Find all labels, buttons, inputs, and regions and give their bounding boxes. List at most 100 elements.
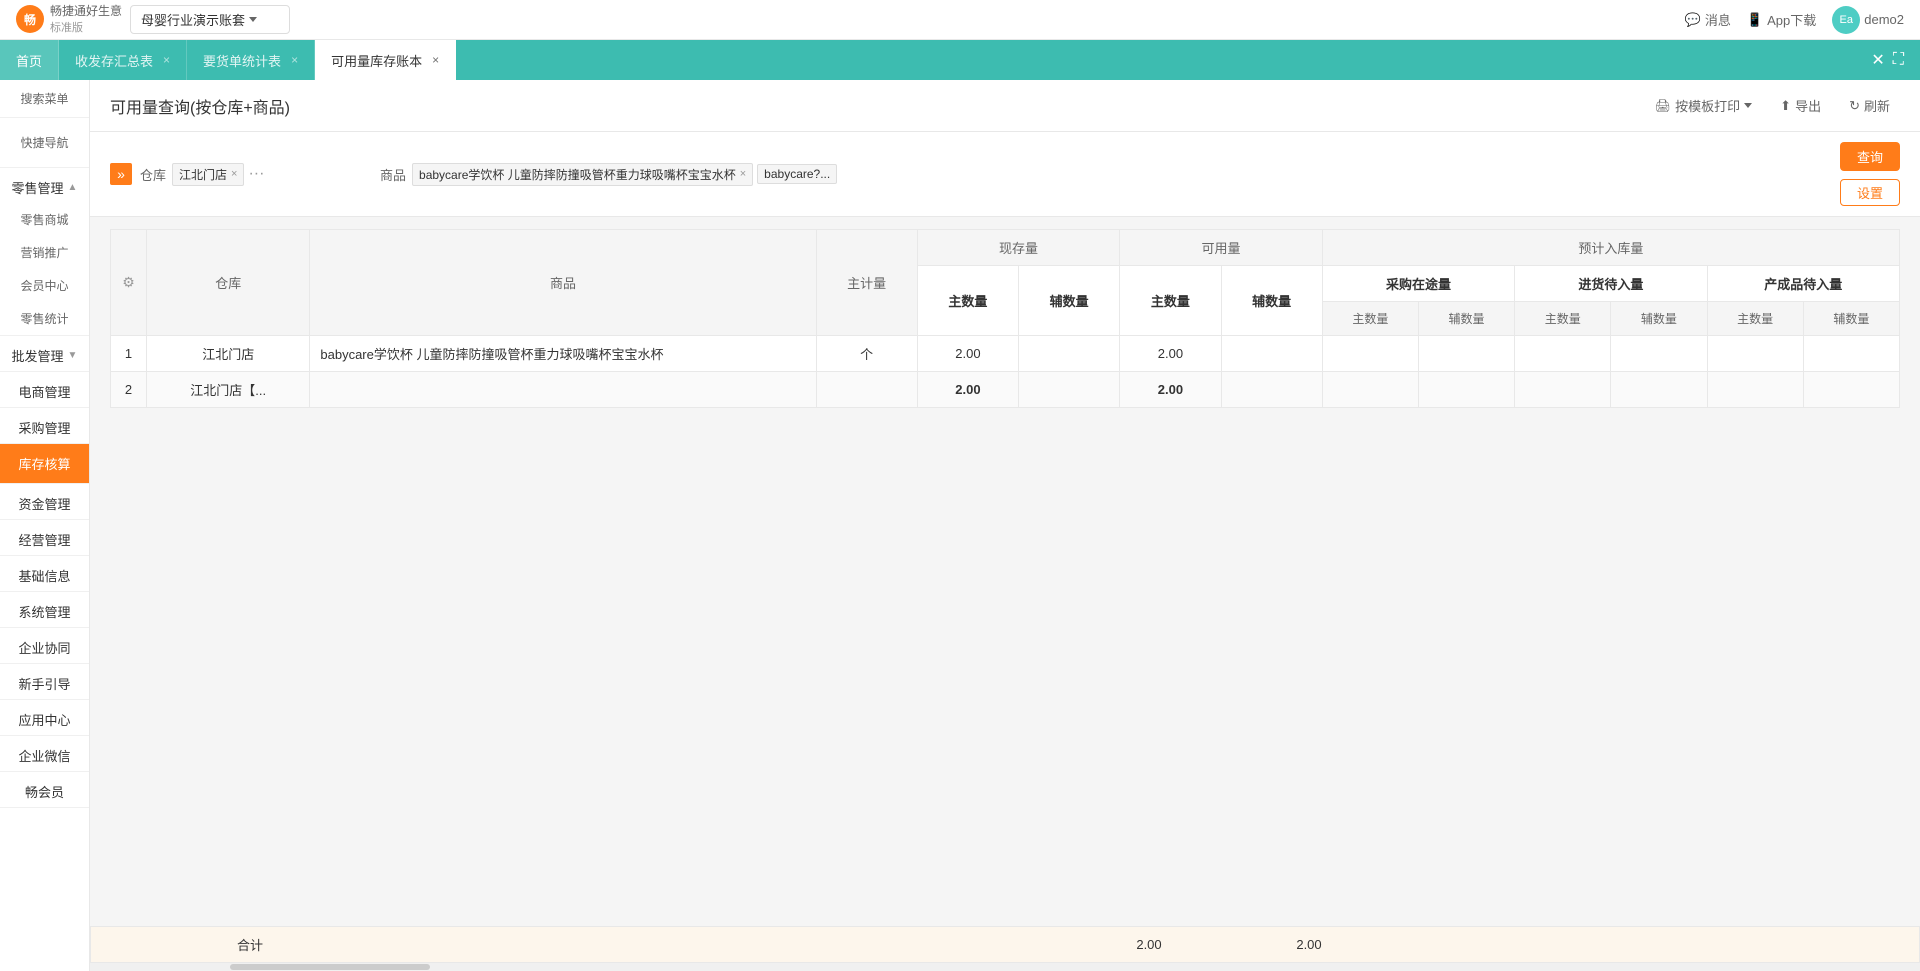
- table-row: 1 江北门店 babycare学饮杯 儿童防摔防撞吸管杯重力球吸嘴杯宝宝水杯 个…: [111, 336, 1900, 372]
- th-jinhuodai-main: 主数量: [1515, 302, 1611, 336]
- data-table: ⚙ 仓库 商品 主计量 现存量 可用量 预计入库量 主数量 辅数量 主数量 辅数…: [110, 229, 1900, 408]
- warehouse-tag-remove[interactable]: ×: [231, 168, 237, 180]
- sidebar-section-qiye-header[interactable]: 企业协同: [0, 628, 89, 663]
- th-warehouse: 仓库: [147, 230, 310, 336]
- message-icon: 💬: [1685, 12, 1701, 28]
- close-all-tabs-button[interactable]: ✕: [1871, 50, 1884, 70]
- xinshou-label: 新手引导: [18, 674, 70, 693]
- sidebar-section-zijin: 资金管理: [0, 484, 89, 520]
- sidebar-section-jingying: 经营管理: [0, 520, 89, 556]
- query-button[interactable]: 查询: [1840, 142, 1900, 171]
- download-icon: 📱: [1747, 12, 1763, 28]
- sidebar-section-qiyeweixin-header[interactable]: 企业微信: [0, 736, 89, 771]
- tab-kuyong-close[interactable]: ×: [432, 53, 439, 67]
- tenant-selector[interactable]: 母婴行业演示账套: [130, 5, 290, 34]
- sidebar-section-kucun: 库存核算: [0, 444, 89, 484]
- qiyeweixin-label: 企业微信: [18, 746, 70, 765]
- th-keyong: 可用量: [1120, 230, 1323, 266]
- sidebar-section-jichu: 基础信息: [0, 556, 89, 592]
- row2-unit: [816, 372, 917, 408]
- row1-chengpin-sub: [1803, 336, 1899, 372]
- row1-xiancun-sub: [1019, 336, 1120, 372]
- th-xiancun: 现存量: [917, 230, 1120, 266]
- row2-product: [310, 372, 816, 408]
- sidebar-section-lingshao-header[interactable]: 零售管理 ▲: [0, 168, 89, 203]
- sidebar-section-pifa-header[interactable]: 批发管理 ▼: [0, 336, 89, 371]
- sidebar-section-kucun-header[interactable]: 库存核算: [0, 444, 89, 483]
- tab-yaohuo-close[interactable]: ×: [291, 53, 298, 67]
- sidebar-section-yingyong-header[interactable]: 应用中心: [0, 700, 89, 735]
- content-area: 可用量查询(按仓库+商品) 🖨 按模板打印 ⬆ 导出 ↻ 刷新 »: [90, 80, 1920, 971]
- sidebar-section-dianshang-header[interactable]: 电商管理: [0, 372, 89, 407]
- sidebar-section-xitong: 系统管理: [0, 592, 89, 628]
- warehouse-tag-jiangbei[interactable]: 江北门店 ×: [172, 163, 244, 186]
- sidebar-item-lingshao-yingxiao[interactable]: 营销推广: [0, 236, 89, 269]
- row1-unit: 个: [816, 336, 917, 372]
- tab-kuyong[interactable]: 可用量库存账本 ×: [315, 40, 456, 80]
- app-download-button[interactable]: 📱 App下载: [1747, 10, 1816, 29]
- user-account-button[interactable]: Ea demo2: [1832, 6, 1904, 34]
- qiye-label: 企业协同: [18, 638, 70, 657]
- product-tag-babycare2[interactable]: babycare?...: [757, 164, 837, 184]
- row2-xiancun-sub: [1019, 372, 1120, 408]
- row2-caigou-main: [1322, 372, 1418, 408]
- sidebar-item-lingshao-shangcheng[interactable]: 零售商城: [0, 203, 89, 236]
- th-caigou: 采购在途量: [1322, 266, 1514, 302]
- horizontal-scrollbar[interactable]: [90, 963, 1920, 971]
- footer-xiancun-main: 2.00: [1109, 937, 1189, 952]
- row1-chengpin-main: [1707, 336, 1803, 372]
- row2-caigou-sub: [1418, 372, 1514, 408]
- sidebar-section-xitong-header[interactable]: 系统管理: [0, 592, 89, 627]
- table-footer: 合计 2.00 2.00: [90, 926, 1920, 963]
- sidebar-section-xinshou: 新手引导: [0, 664, 89, 700]
- warehouse-more-icon[interactable]: ···: [248, 165, 264, 183]
- app-sub: 标准版: [50, 19, 122, 35]
- top-bar: 畅 畅捷通好生意 标准版 母婴行业演示账套 💬 消息 📱 App下载 Ea de…: [0, 0, 1920, 40]
- row1-keyong-main: 2.00: [1120, 336, 1221, 372]
- tab-home[interactable]: 首页: [0, 40, 59, 80]
- username: demo2: [1864, 12, 1904, 27]
- refresh-label: 刷新: [1864, 96, 1890, 115]
- scroll-thumb[interactable]: [230, 964, 430, 970]
- print-template-button[interactable]: 🖨 按模板打印: [1645, 92, 1763, 119]
- message-button[interactable]: 💬 消息: [1685, 10, 1731, 29]
- product-tag-babycare[interactable]: babycare学饮杯 儿童防摔防撞吸管杯重力球吸嘴杯宝宝水杯 ×: [412, 163, 753, 186]
- th-product: 商品: [310, 230, 816, 336]
- tab-shoufacun[interactable]: 收发存汇总表 ×: [59, 40, 187, 80]
- dianshang-label: 电商管理: [18, 382, 70, 401]
- main-layout: 搜索菜单 快捷导航 零售管理 ▲ 零售商城 营销推广 会员中心 零售统计 批发管…: [0, 80, 1920, 971]
- sidebar-section-zijin-header[interactable]: 资金管理: [0, 484, 89, 519]
- top-bar-right: 💬 消息 📱 App下载 Ea demo2: [1685, 6, 1904, 34]
- search-menu-label[interactable]: 搜索菜单: [8, 90, 81, 107]
- table-body: 1 江北门店 babycare学饮杯 儿童防摔防撞吸管杯重力球吸嘴杯宝宝水杯 个…: [111, 336, 1900, 408]
- refresh-button[interactable]: ↻ 刷新: [1839, 92, 1900, 119]
- table-row: 2 江北门店【... 2.00 2.00: [111, 372, 1900, 408]
- logo-area: 畅 畅捷通好生意 标准版: [16, 4, 122, 34]
- sidebar-section-xinshou-header[interactable]: 新手引导: [0, 664, 89, 699]
- sidebar-item-quick-nav[interactable]: 快捷导航: [0, 126, 89, 159]
- sidebar-search[interactable]: 搜索菜单: [0, 80, 89, 118]
- filter-actions: 查询 设置: [1840, 142, 1900, 206]
- sidebar-section-jichu-header[interactable]: 基础信息: [0, 556, 89, 591]
- tab-shoufacun-close[interactable]: ×: [163, 53, 170, 67]
- app-name: 畅捷通好生意: [50, 4, 122, 18]
- maximize-button[interactable]: ⛶: [1893, 51, 1904, 69]
- sidebar-section-changhui-header[interactable]: 畅会员: [0, 772, 89, 807]
- tab-yaohuo[interactable]: 要货单统计表 ×: [187, 40, 315, 80]
- sidebar-section-lingshao: 零售管理 ▲ 零售商城 营销推广 会员中心 零售统计: [0, 168, 89, 336]
- sidebar-item-lingshao-huiyuan[interactable]: 会员中心: [0, 269, 89, 302]
- settings-button[interactable]: 设置: [1840, 179, 1900, 206]
- filter-expand-button[interactable]: »: [110, 163, 132, 185]
- sidebar-item-lingshao-tongji[interactable]: 零售统计: [0, 302, 89, 335]
- row2-index: 2: [111, 372, 147, 408]
- column-settings-icon[interactable]: ⚙: [122, 274, 135, 290]
- th-jinhuodai-sub: 辅数量: [1611, 302, 1707, 336]
- row1-jinhuodai-main: [1515, 336, 1611, 372]
- sidebar-section-caigou-header[interactable]: 采购管理: [0, 408, 89, 443]
- product-tag-remove[interactable]: ×: [740, 168, 746, 180]
- sidebar: 搜索菜单 快捷导航 零售管理 ▲ 零售商城 营销推广 会员中心 零售统计 批发管…: [0, 80, 90, 971]
- sidebar-section-jingying-header[interactable]: 经营管理: [0, 520, 89, 555]
- export-button[interactable]: ⬆ 导出: [1770, 92, 1831, 119]
- tenant-dropdown-icon: [249, 17, 257, 22]
- row2-xiancun-main: 2.00: [917, 372, 1018, 408]
